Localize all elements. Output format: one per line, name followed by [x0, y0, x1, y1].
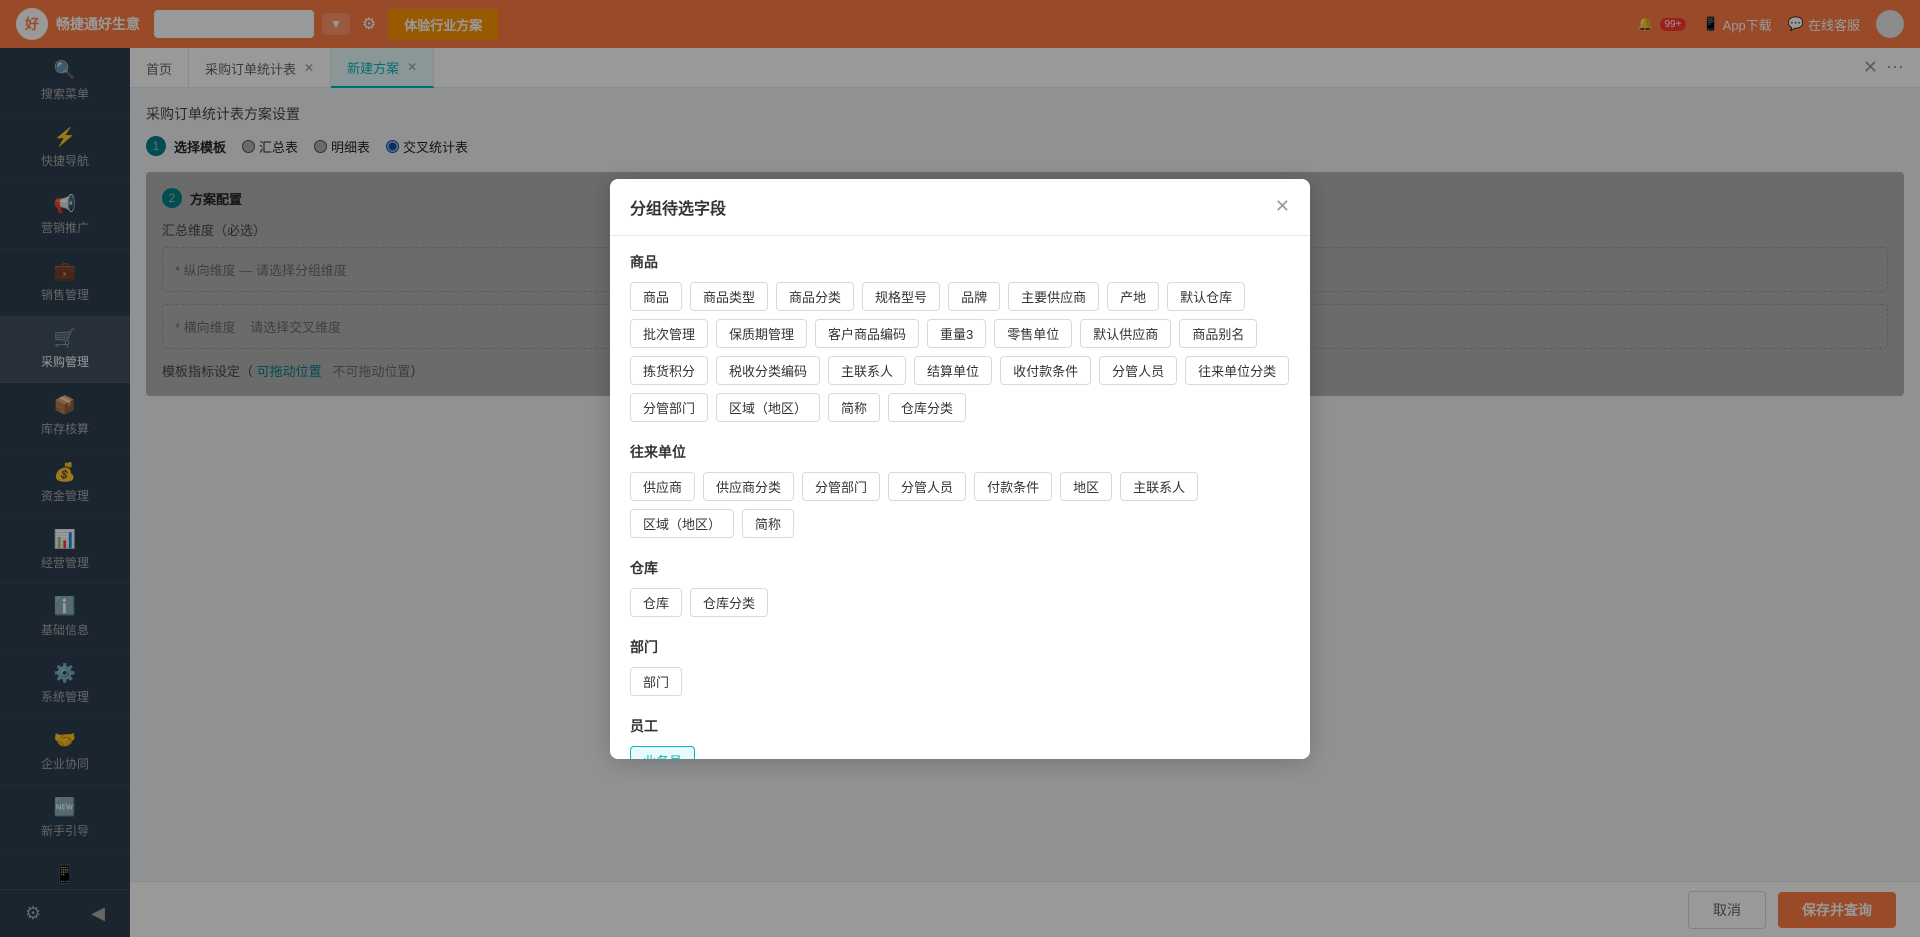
field-tag-0-13[interactable]: 默认供应商: [1080, 319, 1171, 348]
field-tag-0-14[interactable]: 商品别名: [1179, 319, 1257, 348]
field-tag-0-21[interactable]: 往来单位分类: [1185, 356, 1289, 385]
field-tag-0-3[interactable]: 规格型号: [862, 282, 940, 311]
field-tags-2: 仓库仓库分类: [630, 588, 1290, 617]
field-tag-0-1[interactable]: 商品类型: [690, 282, 768, 311]
field-section-4: 员工业务员: [630, 716, 1290, 759]
field-tags-0: 商品商品类型商品分类规格型号品牌主要供应商产地默认仓库批次管理保质期管理客户商品…: [630, 282, 1290, 422]
modal-body: 商品商品商品类型商品分类规格型号品牌主要供应商产地默认仓库批次管理保质期管理客户…: [610, 236, 1310, 759]
field-tag-0-9[interactable]: 保质期管理: [716, 319, 807, 348]
section-title-2: 仓库: [630, 558, 1290, 578]
field-tag-0-10[interactable]: 客户商品编码: [815, 319, 919, 348]
field-tag-0-19[interactable]: 收付款条件: [1000, 356, 1091, 385]
section-title-4: 员工: [630, 716, 1290, 736]
field-tag-0-0[interactable]: 商品: [630, 282, 682, 311]
field-tag-1-3[interactable]: 分管人员: [888, 472, 966, 501]
field-tag-1-5[interactable]: 地区: [1060, 472, 1112, 501]
field-tag-0-8[interactable]: 批次管理: [630, 319, 708, 348]
field-section-3: 部门部门: [630, 637, 1290, 696]
field-tag-0-15[interactable]: 拣货积分: [630, 356, 708, 385]
section-title-3: 部门: [630, 637, 1290, 657]
field-tag-0-12[interactable]: 零售单位: [994, 319, 1072, 348]
field-tags-4: 业务员: [630, 746, 1290, 759]
field-tag-1-1[interactable]: 供应商分类: [703, 472, 794, 501]
field-tag-0-23[interactable]: 区域（地区）: [716, 393, 820, 422]
field-section-0: 商品商品商品类型商品分类规格型号品牌主要供应商产地默认仓库批次管理保质期管理客户…: [630, 252, 1290, 422]
field-tag-0-25[interactable]: 仓库分类: [888, 393, 966, 422]
field-tags-3: 部门: [630, 667, 1290, 696]
field-tag-0-7[interactable]: 默认仓库: [1167, 282, 1245, 311]
field-tags-1: 供应商供应商分类分管部门分管人员付款条件地区主联系人区域（地区） 简称: [630, 472, 1290, 538]
modal-header: 分组待选字段 ✕: [610, 179, 1310, 236]
field-section-2: 仓库仓库仓库分类: [630, 558, 1290, 617]
modal-overlay: 分组待选字段 ✕ 商品商品商品类型商品分类规格型号品牌主要供应商产地默认仓库批次…: [0, 0, 1920, 937]
field-tag-1-8[interactable]: 简称: [742, 509, 794, 538]
field-tag-0-16[interactable]: 税收分类编码: [716, 356, 820, 385]
field-tag-1-0[interactable]: 供应商: [630, 472, 695, 501]
field-tag-1-7[interactable]: 区域（地区）: [630, 509, 734, 538]
field-tag-0-4[interactable]: 品牌: [948, 282, 1000, 311]
modal-dialog: 分组待选字段 ✕ 商品商品商品类型商品分类规格型号品牌主要供应商产地默认仓库批次…: [610, 179, 1310, 759]
field-tag-1-2[interactable]: 分管部门: [802, 472, 880, 501]
modal-title: 分组待选字段: [630, 195, 726, 219]
field-tag-0-6[interactable]: 产地: [1107, 282, 1159, 311]
section-title-0: 商品: [630, 252, 1290, 272]
field-tag-1-6[interactable]: 主联系人: [1120, 472, 1198, 501]
section-title-1: 往来单位: [630, 442, 1290, 462]
field-tag-0-11[interactable]: 重量3: [927, 319, 986, 348]
field-tag-0-24[interactable]: 简称: [828, 393, 880, 422]
field-tag-2-0[interactable]: 仓库: [630, 588, 682, 617]
field-tag-0-18[interactable]: 结算单位: [914, 356, 992, 385]
field-tag-0-17[interactable]: 主联系人: [828, 356, 906, 385]
field-tag-4-0[interactable]: 业务员: [630, 746, 695, 759]
field-tag-0-2[interactable]: 商品分类: [776, 282, 854, 311]
field-tag-1-4[interactable]: 付款条件: [974, 472, 1052, 501]
field-section-1: 往来单位供应商供应商分类分管部门分管人员付款条件地区主联系人区域（地区） 简称: [630, 442, 1290, 538]
modal-close-button[interactable]: ✕: [1275, 196, 1290, 217]
field-tag-0-5[interactable]: 主要供应商: [1008, 282, 1099, 311]
field-tag-0-22[interactable]: 分管部门: [630, 393, 708, 422]
field-tag-3-0[interactable]: 部门: [630, 667, 682, 696]
field-tag-2-1[interactable]: 仓库分类: [690, 588, 768, 617]
field-tag-0-20[interactable]: 分管人员: [1099, 356, 1177, 385]
